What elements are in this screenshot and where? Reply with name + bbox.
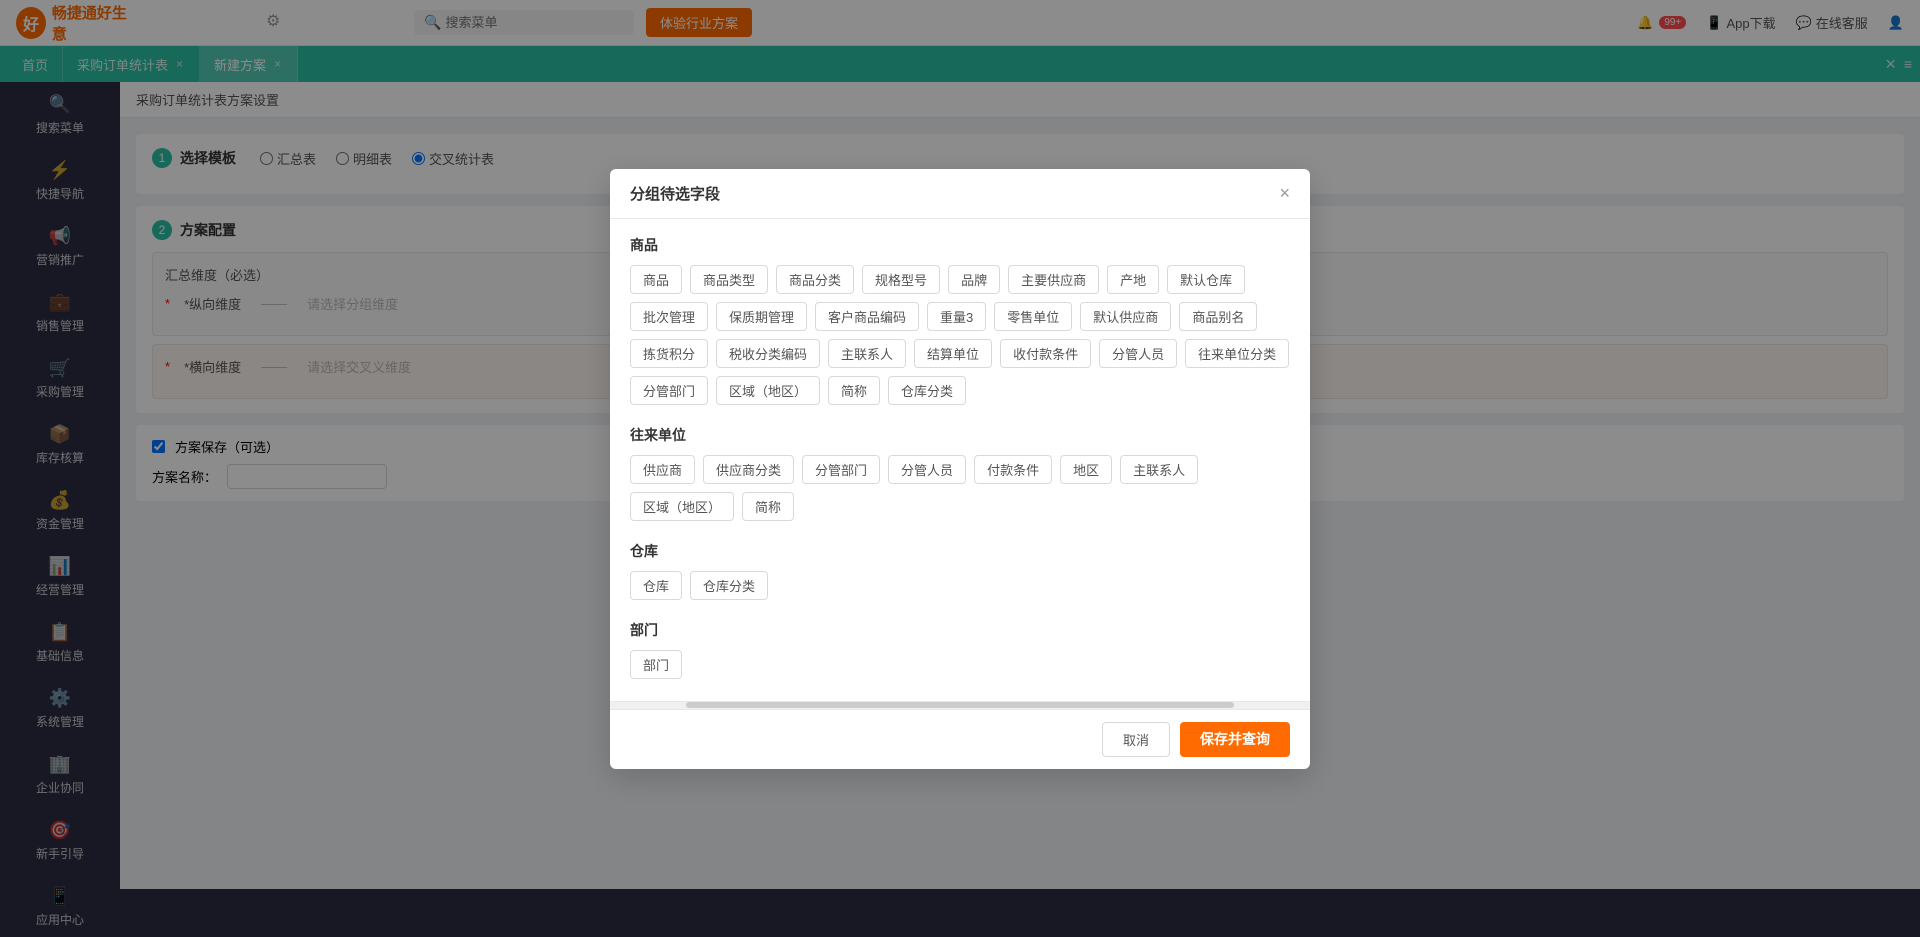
field-tag-default-supplier[interactable]: 默认供应商 [1080,302,1171,331]
field-tag-main-contact[interactable]: 主联系人 [828,339,906,368]
field-tag-default-warehouse[interactable]: 默认仓库 [1167,265,1245,294]
modal-close-btn[interactable]: × [1279,183,1290,204]
modal-header: 分组待选字段 × [610,169,1310,219]
field-tag-batch[interactable]: 批次管理 [630,302,708,331]
group-dept-title: 部门 [630,620,1290,640]
group-goods-tags: 商品 商品类型 商品分类 规格型号 品牌 主要供应商 产地 默认仓库 批次管理 … [630,265,1290,405]
field-tag-contact[interactable]: 主联系人 [1120,455,1198,484]
field-tag-supplier[interactable]: 供应商 [630,455,695,484]
field-tag-shelf-life[interactable]: 保质期管理 [716,302,807,331]
modal-footer: 取消 保存并查询 [610,709,1310,769]
modal-body: 商品 商品 商品类型 商品分类 规格型号 品牌 主要供应商 产地 默认仓库 批次… [610,219,1310,702]
field-tag-warehouse-cat[interactable]: 仓库分类 [888,376,966,405]
field-tag-abbr[interactable]: 简称 [742,492,794,521]
field-tag-settlement-unit[interactable]: 结算单位 [914,339,992,368]
field-tag-origin[interactable]: 产地 [1107,265,1159,294]
modal-save-btn[interactable]: 保存并查询 [1180,722,1290,757]
field-tag-retail-unit[interactable]: 零售单位 [994,302,1072,331]
field-tag-spec[interactable]: 规格型号 [862,265,940,294]
field-selection-modal: 分组待选字段 × 商品 商品 商品类型 商品分类 规格型号 品牌 主要供应商 产… [610,169,1310,769]
field-tag-goods[interactable]: 商品 [630,265,682,294]
modal-title: 分组待选字段 [630,183,720,204]
group-warehouse-title: 仓库 [630,541,1290,561]
field-tag-region[interactable]: 区域（地区） [716,376,820,405]
group-counterpart-title: 往来单位 [630,425,1290,445]
field-tag-warehouse-category[interactable]: 仓库分类 [690,571,768,600]
group-dept: 部门 部门 [630,620,1290,679]
group-warehouse-tags: 仓库 仓库分类 [630,571,1290,600]
field-tag-department[interactable]: 部门 [630,650,682,679]
group-goods-title: 商品 [630,235,1290,255]
group-dept-tags: 部门 [630,650,1290,679]
field-tag-alias[interactable]: 商品别名 [1179,302,1257,331]
field-tag-manager[interactable]: 分管人员 [1099,339,1177,368]
field-tag-weight3[interactable]: 重量3 [927,302,986,331]
field-tag-customer-code[interactable]: 客户商品编码 [815,302,919,331]
modal-hscroll [610,701,1310,708]
field-tag-payment-cond[interactable]: 付款条件 [974,455,1052,484]
modal-overlay: 分组待选字段 × 商品 商品 商品类型 商品分类 规格型号 品牌 主要供应商 产… [0,0,1920,937]
field-tag-unit-category[interactable]: 往来单位分类 [1185,339,1289,368]
field-tag-manage-person[interactable]: 分管人员 [888,455,966,484]
group-warehouse: 仓库 仓库 仓库分类 [630,541,1290,600]
field-tag-warehouse[interactable]: 仓库 [630,571,682,600]
field-tag-goods-type[interactable]: 商品类型 [690,265,768,294]
field-tag-region2[interactable]: 区域（地区） [630,492,734,521]
field-tag-manage-dept[interactable]: 分管部门 [802,455,880,484]
group-counterpart-tags: 供应商 供应商分类 分管部门 分管人员 付款条件 地区 主联系人 区域（地区） … [630,455,1290,521]
field-tag-payment-terms[interactable]: 收付款条件 [1000,339,1091,368]
hscroll-thumb [686,702,1233,708]
field-tag-dept[interactable]: 分管部门 [630,376,708,405]
modal-cancel-btn[interactable]: 取消 [1102,722,1170,757]
field-tag-tax-code[interactable]: 税收分类编码 [716,339,820,368]
field-tag-pick-score[interactable]: 拣货积分 [630,339,708,368]
field-tag-short-name[interactable]: 简称 [828,376,880,405]
field-tag-goods-category[interactable]: 商品分类 [776,265,854,294]
field-tag-main-supplier[interactable]: 主要供应商 [1008,265,1099,294]
field-tag-brand[interactable]: 品牌 [948,265,1000,294]
field-tag-area[interactable]: 地区 [1060,455,1112,484]
group-goods: 商品 商品 商品类型 商品分类 规格型号 品牌 主要供应商 产地 默认仓库 批次… [630,235,1290,405]
field-tag-supplier-category[interactable]: 供应商分类 [703,455,794,484]
group-counterpart: 往来单位 供应商 供应商分类 分管部门 分管人员 付款条件 地区 主联系人 区域… [630,425,1290,521]
